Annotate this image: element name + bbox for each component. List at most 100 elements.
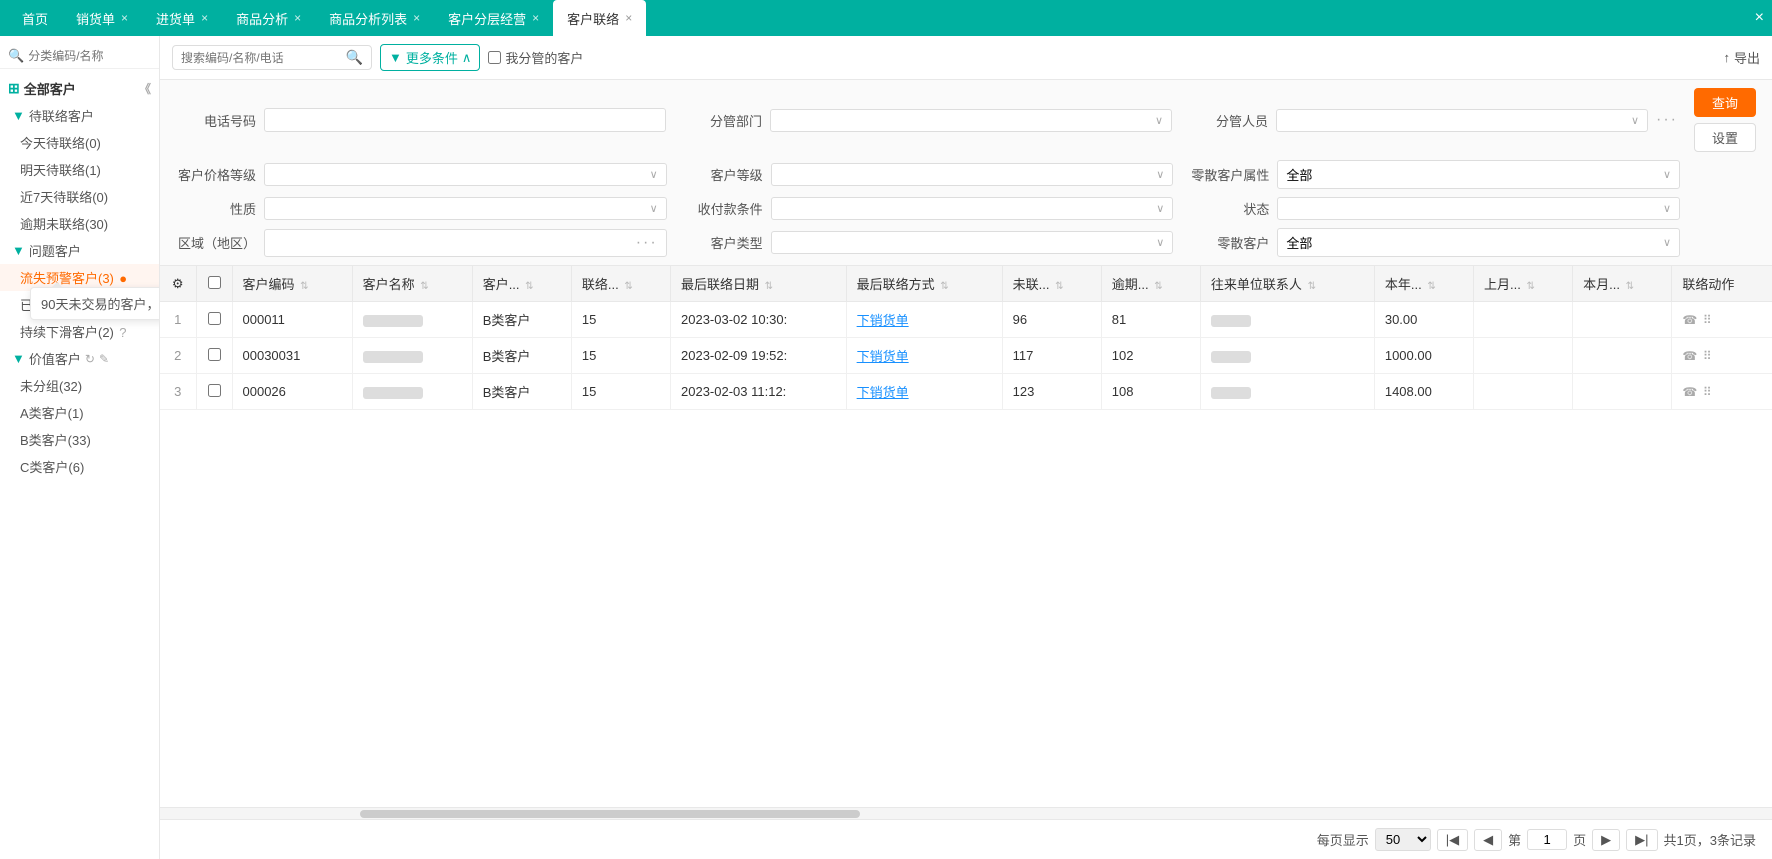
sort-icon-uncontacted[interactable]: ⇅ <box>1055 281 1063 292</box>
region-more-icon[interactable]: ··· <box>636 234 658 252</box>
last-page-btn[interactable]: ▶| <box>1626 829 1657 851</box>
table-settings-icon[interactable]: ⚙ <box>172 276 184 291</box>
select-all-checkbox[interactable] <box>208 276 221 289</box>
sidebar-item-c-class[interactable]: C类客户(6) <box>0 453 159 480</box>
th-checkbox[interactable] <box>196 266 232 302</box>
tab-customer-tier[interactable]: 客户分层经营 × <box>434 0 553 36</box>
row-action[interactable]: ☎ ⠿ <box>1672 338 1772 374</box>
filter-status-select[interactable]: ∨ <box>1277 197 1680 220</box>
action-contact-icon[interactable]: ☎ <box>1682 349 1697 363</box>
sidebar-collapse-btn[interactable]: 《 <box>139 80 151 97</box>
next-page-btn[interactable]: ▶ <box>1592 829 1620 851</box>
row-action[interactable]: ☎ ⠿ <box>1672 302 1772 338</box>
action-contact-icon[interactable]: ☎ <box>1682 313 1697 327</box>
total-label: 共1页，3条记录 <box>1664 830 1756 849</box>
sort-icon-code[interactable]: ⇅ <box>300 281 308 292</box>
tab-customer-contact[interactable]: 客户联络 × <box>553 0 646 36</box>
sort-icon-lmonth[interactable]: ⇅ <box>1526 281 1534 292</box>
tab-sales-close[interactable]: × <box>121 11 128 25</box>
pagination-bar: 每页显示 50 20 100 |◀ ◀ 第 页 ▶ ▶| 共1页，3条记录 <box>160 819 1772 859</box>
sidebar-root-label: 全部客户 <box>24 79 76 98</box>
first-page-btn[interactable]: |◀ <box>1437 829 1468 851</box>
sort-icon-overdue[interactable]: ⇅ <box>1154 281 1162 292</box>
sidebar-search-input[interactable] <box>28 49 151 63</box>
sidebar-group-problem[interactable]: ▼ 问题客户 90天未交易的客户，可能有流失风险。 <box>0 237 159 264</box>
filter-customer-level-select[interactable]: ∨ <box>771 163 1174 186</box>
tab-customer-tier-close[interactable]: × <box>532 11 539 25</box>
sidebar-item-tomorrow[interactable]: 明天待联络(1) <box>0 156 159 183</box>
sidebar-group-pending[interactable]: ▼ 待联络客户 <box>0 102 159 129</box>
tab-product-analysis-close[interactable]: × <box>294 11 301 25</box>
action-more-icon[interactable]: ⠿ <box>1703 349 1712 363</box>
tab-product-list[interactable]: 商品分析列表 × <box>315 0 434 36</box>
close-window-btn[interactable]: × <box>1755 9 1764 27</box>
filter-region-select[interactable]: ··· <box>264 229 667 257</box>
filter-btn-label: 更多条件 <box>406 48 458 67</box>
filter-btn[interactable]: ▼ 更多条件 ∧ <box>380 44 480 71</box>
contact-method-link[interactable]: 下销货单 <box>857 313 909 328</box>
filter-zero-attr-select[interactable]: 全部 ∨ <box>1277 160 1680 189</box>
tab-product-analysis[interactable]: 商品分析 × <box>222 0 315 36</box>
settings-btn[interactable]: 设置 <box>1694 123 1756 152</box>
refresh-icon[interactable]: ↻ <box>85 352 95 366</box>
tab-purchase[interactable]: 进货单 × <box>142 0 222 36</box>
tab-home[interactable]: 首页 <box>8 0 62 36</box>
per-page-select[interactable]: 50 20 100 <box>1375 828 1431 851</box>
contact-method-link[interactable]: 下销货单 <box>857 349 909 364</box>
row-last-contact-method[interactable]: 下销货单 <box>846 374 1002 410</box>
filter-payment-select[interactable]: ∨ <box>771 197 1174 220</box>
horizontal-scrollbar[interactable] <box>160 807 1772 819</box>
scrollbar-thumb[interactable] <box>360 810 860 818</box>
tab-product-list-close[interactable]: × <box>413 11 420 25</box>
action-contact-icon[interactable]: ☎ <box>1682 385 1697 399</box>
action-more-icon[interactable]: ⠿ <box>1703 385 1712 399</box>
sort-icon-name[interactable]: ⇅ <box>420 281 428 292</box>
sidebar-item-overdue[interactable]: 逾期未联络(30) <box>0 210 159 237</box>
row-checkbox[interactable] <box>196 374 232 410</box>
search-icon-btn[interactable]: 🔍 <box>346 49 363 66</box>
sort-icon-unit[interactable]: ⇅ <box>1308 281 1316 292</box>
sort-icon-year[interactable]: ⇅ <box>1427 281 1435 292</box>
prev-page-btn[interactable]: ◀ <box>1474 829 1502 851</box>
sort-icon-contact[interactable]: ⇅ <box>624 281 632 292</box>
sort-icon-date[interactable]: ⇅ <box>765 281 773 292</box>
sidebar-item-7days[interactable]: 近7天待联络(0) <box>0 183 159 210</box>
query-btn[interactable]: 查询 <box>1694 88 1756 117</box>
row-last-contact-method[interactable]: 下销货单 <box>846 338 1002 374</box>
page-input[interactable] <box>1527 829 1567 850</box>
th-settings[interactable]: ⚙ <box>160 266 196 302</box>
contact-method-link[interactable]: 下销货单 <box>857 385 909 400</box>
sidebar-item-declining[interactable]: 持续下滑客户(2) ? <box>0 318 159 345</box>
my-customers-checkbox[interactable] <box>488 51 501 64</box>
export-btn[interactable]: ↑ 导出 <box>1723 48 1760 67</box>
sidebar-root[interactable]: ⊞ 全部客户 《 <box>0 75 159 102</box>
tab-customer-contact-close[interactable]: × <box>625 11 632 25</box>
filter-manager-select[interactable]: ∨ <box>1276 109 1648 132</box>
sidebar-group-value[interactable]: ▼ 价值客户 ↻ ✎ <box>0 345 159 372</box>
row-last-contact-method[interactable]: 下销货单 <box>846 302 1002 338</box>
search-input[interactable] <box>181 51 346 65</box>
sidebar-item-ungrouped[interactable]: 未分组(32) <box>0 372 159 399</box>
sort-icon-method[interactable]: ⇅ <box>940 281 948 292</box>
th-this-month: 本月... ⇅ <box>1573 266 1672 302</box>
filter-gender-select[interactable]: ∨ <box>264 197 667 220</box>
tab-purchase-close[interactable]: × <box>201 11 208 25</box>
row-checkbox[interactable] <box>196 338 232 374</box>
row-checkbox[interactable] <box>196 302 232 338</box>
tooltip-problem: 90天未交易的客户，可能有流失风险。 <box>30 287 160 320</box>
sort-icon-tmonth[interactable]: ⇅ <box>1626 281 1634 292</box>
filter-phone-input[interactable] <box>264 108 666 132</box>
sort-icon-type[interactable]: ⇅ <box>525 281 533 292</box>
edit-icon[interactable]: ✎ <box>99 352 109 366</box>
sidebar-item-a-class[interactable]: A类客户(1) <box>0 399 159 426</box>
filter-dept-select[interactable]: ∨ <box>770 109 1172 132</box>
tab-sales[interactable]: 销货单 × <box>62 0 142 36</box>
manager-more-icon[interactable]: ··· <box>1656 111 1678 129</box>
sidebar-item-b-class[interactable]: B类客户(33) <box>0 426 159 453</box>
sidebar-item-today[interactable]: 今天待联络(0) <box>0 129 159 156</box>
action-more-icon[interactable]: ⠿ <box>1703 313 1712 327</box>
filter-customer-type-select[interactable]: ∨ <box>771 231 1174 254</box>
row-action[interactable]: ☎ ⠿ <box>1672 374 1772 410</box>
filter-zero-customer-select[interactable]: 全部 ∨ <box>1277 228 1680 257</box>
filter-price-level-select[interactable]: ∨ <box>264 163 667 186</box>
